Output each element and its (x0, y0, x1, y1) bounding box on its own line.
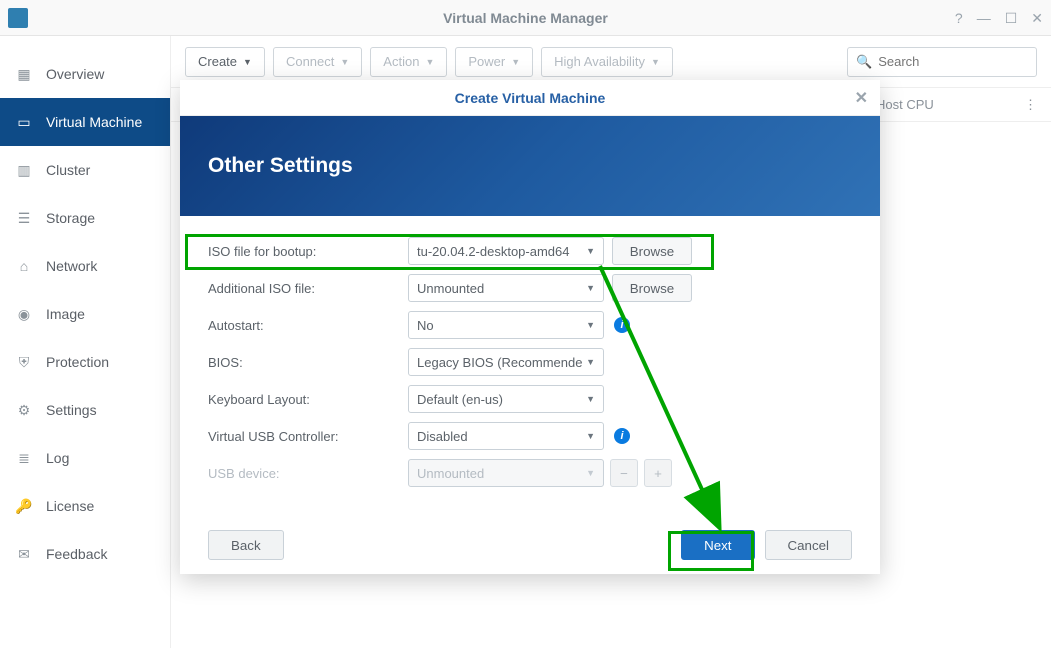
next-button[interactable]: Next (681, 530, 754, 560)
sidebar-item-label: Protection (46, 354, 109, 370)
sidebar-item-label: Settings (46, 402, 97, 418)
field-iso-bootup: ISO file for bootup: tu-20.04.2-desktop-… (208, 234, 852, 268)
mail-icon: ✉ (14, 544, 34, 564)
field-usb-controller: Virtual USB Controller: Disabled ▼ i (208, 419, 852, 453)
field-keyboard: Keyboard Layout: Default (en-us) ▼ (208, 382, 852, 416)
title-bar: Virtual Machine Manager ? — ☐ ✕ (0, 0, 1051, 36)
connect-button[interactable]: Connect▼ (273, 47, 362, 77)
field-autostart: Autostart: No ▼ i (208, 308, 852, 342)
sidebar-item-label: Log (46, 450, 69, 466)
label-iso-bootup: ISO file for bootup: (208, 244, 408, 259)
select-usb-device: Unmounted ▼ (408, 459, 604, 487)
sidebar-item-label: Virtual Machine (46, 114, 142, 130)
chevron-down-icon: ▼ (425, 57, 434, 67)
gear-icon: ⚙ (14, 400, 34, 420)
action-button[interactable]: Action▼ (370, 47, 447, 77)
label-iso-additional: Additional ISO file: (208, 281, 408, 296)
remove-usb-button: − (610, 459, 638, 487)
sidebar-item-storage[interactable]: ☰ Storage (0, 194, 170, 242)
info-icon[interactable]: i (614, 317, 630, 333)
back-button[interactable]: Back (208, 530, 284, 560)
chevron-down-icon: ▼ (586, 357, 595, 367)
info-icon[interactable]: i (614, 428, 630, 444)
chevron-down-icon: ▼ (586, 431, 595, 441)
sidebar-item-network[interactable]: ⌂ Network (0, 242, 170, 290)
label-usb-device: USB device: (208, 466, 408, 481)
storage-icon: ☰ (14, 208, 34, 228)
protection-icon: ⛨ (14, 352, 34, 372)
close-icon[interactable]: ✕ (855, 88, 868, 108)
minimize-icon[interactable]: — (977, 10, 991, 26)
chevron-down-icon: ▼ (243, 57, 252, 67)
cancel-button[interactable]: Cancel (765, 530, 853, 560)
chevron-down-icon: ▼ (586, 283, 595, 293)
field-usb-device: USB device: Unmounted ▼ − + (208, 456, 852, 490)
key-icon: 🔑 (14, 496, 34, 516)
field-bios: BIOS: Legacy BIOS (Recommende ▼ (208, 345, 852, 379)
select-iso-bootup[interactable]: tu-20.04.2-desktop-amd64 ▼ (408, 237, 604, 265)
sidebar-item-label: License (46, 498, 94, 514)
sidebar-item-log[interactable]: ≣ Log (0, 434, 170, 482)
sidebar-item-settings[interactable]: ⚙ Settings (0, 386, 170, 434)
sidebar-item-image[interactable]: ◉ Image (0, 290, 170, 338)
maximize-icon[interactable]: ☐ (1005, 10, 1018, 27)
select-keyboard[interactable]: Default (en-us) ▼ (408, 385, 604, 413)
select-autostart[interactable]: No ▼ (408, 311, 604, 339)
create-vm-dialog: Create Virtual Machine ✕ Other Settings … (180, 80, 880, 574)
sidebar-item-feedback[interactable]: ✉ Feedback (0, 530, 170, 578)
vm-icon: ▭ (14, 112, 34, 132)
sidebar-item-label: Cluster (46, 162, 90, 178)
cluster-icon: ▥ (14, 160, 34, 180)
app-title: Virtual Machine Manager (0, 10, 1051, 26)
form-body: ISO file for bootup: tu-20.04.2-desktop-… (180, 216, 880, 490)
dialog-footer: Back Next Cancel (180, 516, 880, 574)
help-icon[interactable]: ? (955, 10, 963, 26)
browse-button-iso-additional[interactable]: Browse (612, 274, 692, 302)
browse-button-iso-bootup[interactable]: Browse (612, 237, 692, 265)
chevron-down-icon: ▼ (586, 468, 595, 478)
field-iso-additional: Additional ISO file: Unmounted ▼ Browse (208, 271, 852, 305)
table-options-icon[interactable]: ⋮ (1024, 97, 1037, 113)
sidebar-item-label: Overview (46, 66, 104, 82)
table-col-host-cpu: Host CPU (876, 97, 1016, 112)
sidebar-item-overview[interactable]: ▦ Overview (0, 50, 170, 98)
chevron-down-icon: ▼ (586, 394, 595, 404)
search-icon: 🔍 (856, 54, 872, 70)
label-usb-controller: Virtual USB Controller: (208, 429, 408, 444)
sidebar: ▦ Overview ▭ Virtual Machine ▥ Cluster ☰… (0, 36, 171, 648)
chevron-down-icon: ▼ (651, 57, 660, 67)
label-bios: BIOS: (208, 355, 408, 370)
image-icon: ◉ (14, 304, 34, 324)
sidebar-item-license[interactable]: 🔑 License (0, 482, 170, 530)
close-window-icon[interactable]: ✕ (1031, 10, 1043, 27)
select-bios[interactable]: Legacy BIOS (Recommende ▼ (408, 348, 604, 376)
chevron-down-icon: ▼ (586, 246, 595, 256)
label-keyboard: Keyboard Layout: (208, 392, 408, 407)
search-input[interactable] (878, 54, 1028, 69)
network-icon: ⌂ (14, 256, 34, 276)
chevron-down-icon: ▼ (340, 57, 349, 67)
label-autostart: Autostart: (208, 318, 408, 333)
sidebar-item-label: Image (46, 306, 85, 322)
dialog-title: Create Virtual Machine (455, 90, 606, 106)
high-availability-button[interactable]: High Availability▼ (541, 47, 673, 77)
sidebar-item-virtual-machine[interactable]: ▭ Virtual Machine (0, 98, 170, 146)
select-usb-controller[interactable]: Disabled ▼ (408, 422, 604, 450)
sidebar-item-label: Feedback (46, 546, 107, 562)
log-icon: ≣ (14, 448, 34, 468)
sidebar-item-label: Network (46, 258, 97, 274)
dialog-heading: Other Settings (180, 116, 880, 216)
overview-icon: ▦ (14, 64, 34, 84)
chevron-down-icon: ▼ (511, 57, 520, 67)
sidebar-item-protection[interactable]: ⛨ Protection (0, 338, 170, 386)
sidebar-item-cluster[interactable]: ▥ Cluster (0, 146, 170, 194)
sidebar-item-label: Storage (46, 210, 95, 226)
power-button[interactable]: Power▼ (455, 47, 533, 77)
dialog-title-bar: Create Virtual Machine ✕ (180, 80, 880, 116)
create-button[interactable]: Create▼ (185, 47, 265, 77)
search-field[interactable]: 🔍 (847, 47, 1037, 77)
chevron-down-icon: ▼ (586, 320, 595, 330)
add-usb-button: + (644, 459, 672, 487)
select-iso-additional[interactable]: Unmounted ▼ (408, 274, 604, 302)
